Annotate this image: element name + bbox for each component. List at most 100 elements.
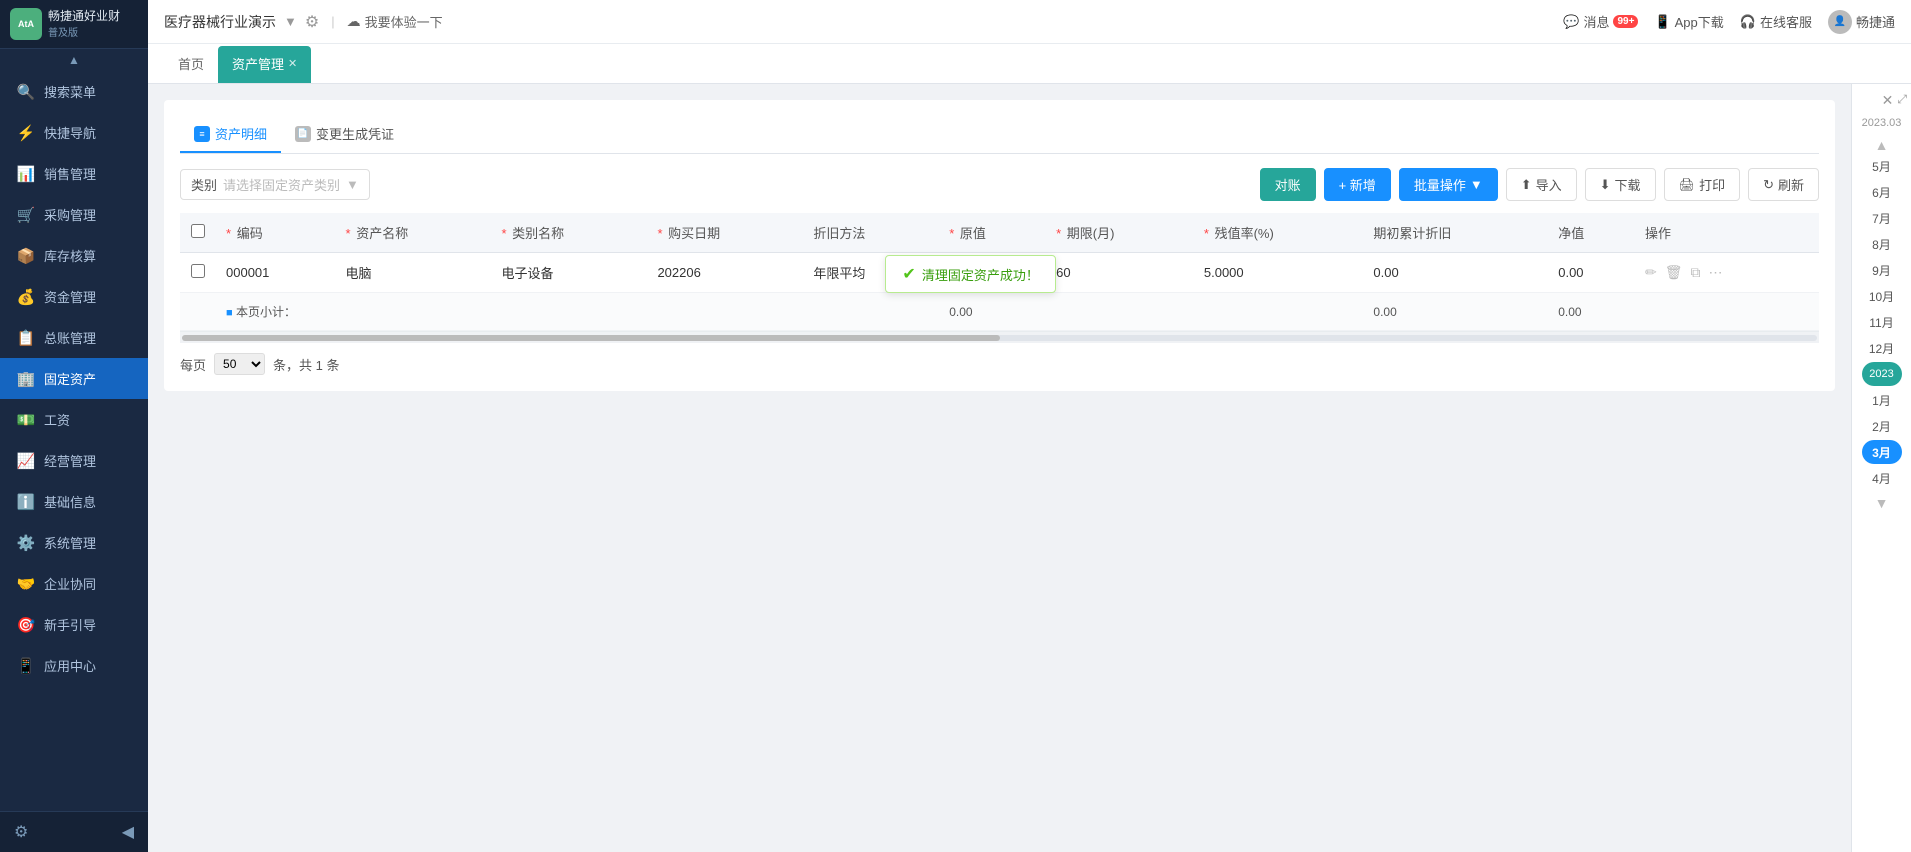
row-period: 60 [1046, 253, 1194, 293]
search-icon: 🔍 [16, 83, 36, 101]
settings-icon[interactable]: ⚙ [14, 822, 28, 842]
row-initial-accumulated: 0.00 [1363, 253, 1548, 293]
tab-home[interactable]: 首页 [164, 46, 218, 83]
sidebar-item-general[interactable]: 📋 总账管理 [0, 317, 148, 358]
print-icon: 🖨 [1679, 177, 1696, 193]
download-btn[interactable]: ⬇ 下载 [1585, 168, 1656, 201]
sidebar-item-basic-info[interactable]: ℹ️ 基础信息 [0, 481, 148, 522]
page-size-select[interactable]: 10 20 50 100 [214, 353, 265, 375]
sidebar-item-app-center[interactable]: 📱 应用中心 [0, 645, 148, 686]
app-download-btn[interactable]: 📱 App下载 [1654, 12, 1723, 31]
row-residual-rate: 5.0000 [1194, 253, 1364, 293]
th-checkbox [180, 213, 216, 253]
timeline-month-3-current[interactable]: 3月 [1862, 440, 1902, 464]
sidebar-item-operations[interactable]: 📈 经营管理 [0, 440, 148, 481]
edit-icon[interactable]: ✏ [1645, 264, 1657, 281]
import-btn[interactable]: ⬆ 导入 [1506, 168, 1577, 201]
subtotal-row: ■ 本页小计： 0.00 0.00 0.00 [180, 293, 1819, 331]
sidebar-item-search[interactable]: 🔍 搜索菜单 [0, 71, 148, 112]
sidebar-item-guide[interactable]: 🎯 新手引导 [0, 604, 148, 645]
header: 医疗器械行业演示 ▼ ⚙ | ☁ 我要体验一下 💬 消息 99+ 📱 App下载… [148, 0, 1911, 44]
notifications-btn[interactable]: 💬 消息 99+ [1563, 12, 1638, 31]
sidebar-item-finance[interactable]: 💰 资金管理 [0, 276, 148, 317]
main-area: 医疗器械行业演示 ▼ ⚙ | ☁ 我要体验一下 💬 消息 99+ 📱 App下载… [148, 0, 1911, 852]
toolbar: 类别 请选择固定资产类别 ▼ 对账 + 新增 批量操作 [180, 168, 1819, 201]
sidebar-scroll-up[interactable]: ▲ [0, 49, 148, 71]
timeline-month-8[interactable]: 8月 [1862, 232, 1902, 256]
timeline-month-12[interactable]: 12月 [1862, 336, 1902, 360]
timeline-year-badge[interactable]: 2023 [1862, 362, 1902, 386]
th-net-value: 净值 [1548, 213, 1635, 253]
enterprise-icon: 🤝 [16, 575, 36, 593]
timeline-panel: ✕ ⤢ 2023.03 ▲ 5月 6月 7月 8月 9月 1 [1851, 84, 1911, 852]
timeline-month-4[interactable]: 4月 [1862, 466, 1902, 490]
row-actions: ✏ 🗑 ⧉ ⋯ [1635, 253, 1819, 293]
row-purchase-date: 202206 [647, 253, 803, 293]
collapse-icon[interactable]: ◀ [122, 822, 134, 842]
sidebar-item-sales[interactable]: 📊 销售管理 [0, 153, 148, 194]
general-icon: 📋 [16, 329, 36, 347]
sidebar-item-inventory[interactable]: 📦 库存核算 [0, 235, 148, 276]
timeline-month-2[interactable]: 2月 [1862, 414, 1902, 438]
row-checkbox-cell [180, 253, 216, 293]
refresh-icon: ↻ [1763, 177, 1774, 193]
sidebar-item-quick-nav[interactable]: ⚡ 快捷导航 [0, 112, 148, 153]
more-icon[interactable]: ⋯ [1709, 264, 1723, 281]
subtotal-original: 0.00 [939, 293, 1046, 331]
content-area: ≡ 资产明细 📄 变更生成凭证 类别 [148, 84, 1911, 852]
sales-icon: 📊 [16, 165, 36, 183]
timeline-close-icon[interactable]: ✕ [1882, 92, 1894, 109]
company-dropdown-icon[interactable]: ▼ [284, 14, 297, 29]
batch-btn[interactable]: 批量操作 ▼ [1399, 168, 1498, 201]
subtotal-net: 0.00 [1548, 293, 1635, 331]
row-code: 000001 [216, 253, 336, 293]
account-btn[interactable]: 对账 [1260, 168, 1316, 201]
sidebar-item-fixed-assets[interactable]: 🏢 固定资产 [0, 358, 148, 399]
timeline-month-11[interactable]: 11月 [1862, 310, 1902, 334]
tab-bar: 首页 资产管理 ✕ [148, 44, 1911, 84]
online-service-btn[interactable]: 🎧 在线客服 [1740, 12, 1812, 31]
timeline-up-arrow[interactable]: ▲ [1875, 137, 1889, 153]
purchase-icon: 🛒 [16, 206, 36, 224]
inventory-icon: 📦 [16, 247, 36, 265]
sidebar-item-enterprise[interactable]: 🤝 企业协同 [0, 563, 148, 604]
user-menu[interactable]: 👤 畅捷通 [1828, 10, 1895, 34]
delete-icon[interactable]: 🗑 [1665, 264, 1683, 281]
category-filter[interactable]: 类别 请选择固定资产类别 ▼ [180, 169, 370, 200]
copy-icon[interactable]: ⧉ [1691, 264, 1701, 281]
tab-asset-mgmt[interactable]: 资产管理 ✕ [218, 46, 311, 83]
sidebar-item-payroll[interactable]: 💵 工资 [0, 399, 148, 440]
sidebar-logo: AtA 畅捷通好业财 普及版 [0, 0, 148, 49]
pagination: 每页 10 20 50 100 条，共 1 条 [180, 343, 1819, 375]
filter-dropdown-icon: ▼ [346, 177, 359, 192]
sidebar-item-purchase[interactable]: 🛒 采购管理 [0, 194, 148, 235]
timeline-month-10[interactable]: 10月 [1862, 284, 1902, 308]
total-count: 条，共 1 条 [273, 355, 339, 374]
inner-tab-asset-detail[interactable]: ≡ 资产明细 [180, 116, 281, 153]
app-version: 普及版 [48, 24, 120, 39]
experience-btn[interactable]: ☁ 我要体验一下 [347, 12, 443, 31]
sidebar-item-system[interactable]: ⚙️ 系统管理 [0, 522, 148, 563]
bell-icon: 💬 [1563, 14, 1579, 30]
timeline-month-1[interactable]: 1月 [1862, 388, 1902, 412]
th-name: * 资产名称 [336, 213, 492, 253]
row-checkbox[interactable] [191, 264, 205, 278]
print-btn[interactable]: 🖨 打印 [1664, 168, 1741, 201]
timeline-month-9[interactable]: 9月 [1862, 258, 1902, 282]
th-category: * 类别名称 [491, 213, 647, 253]
timeline-month-5[interactable]: 5月 [1862, 154, 1902, 178]
horizontal-scrollbar[interactable] [180, 331, 1819, 343]
sidebar-bottom: ⚙ ◀ [0, 811, 148, 852]
batch-dropdown-icon: ▼ [1470, 177, 1483, 192]
inner-tab-change-voucher[interactable]: 📄 变更生成凭证 [281, 116, 408, 153]
timeline-down-arrow[interactable]: ▼ [1875, 495, 1889, 511]
download-icon: 📱 [1654, 14, 1670, 30]
tab-close-icon[interactable]: ✕ [288, 57, 297, 70]
select-all-checkbox[interactable] [191, 224, 205, 238]
timeline-expand-icon[interactable]: ⤢ [1897, 92, 1907, 113]
timeline-month-7[interactable]: 7月 [1862, 206, 1902, 230]
new-btn[interactable]: + 新增 [1324, 168, 1391, 201]
header-settings-icon[interactable]: ⚙ [305, 12, 319, 32]
timeline-month-6[interactable]: 6月 [1862, 180, 1902, 204]
refresh-btn[interactable]: ↻ 刷新 [1748, 168, 1819, 201]
